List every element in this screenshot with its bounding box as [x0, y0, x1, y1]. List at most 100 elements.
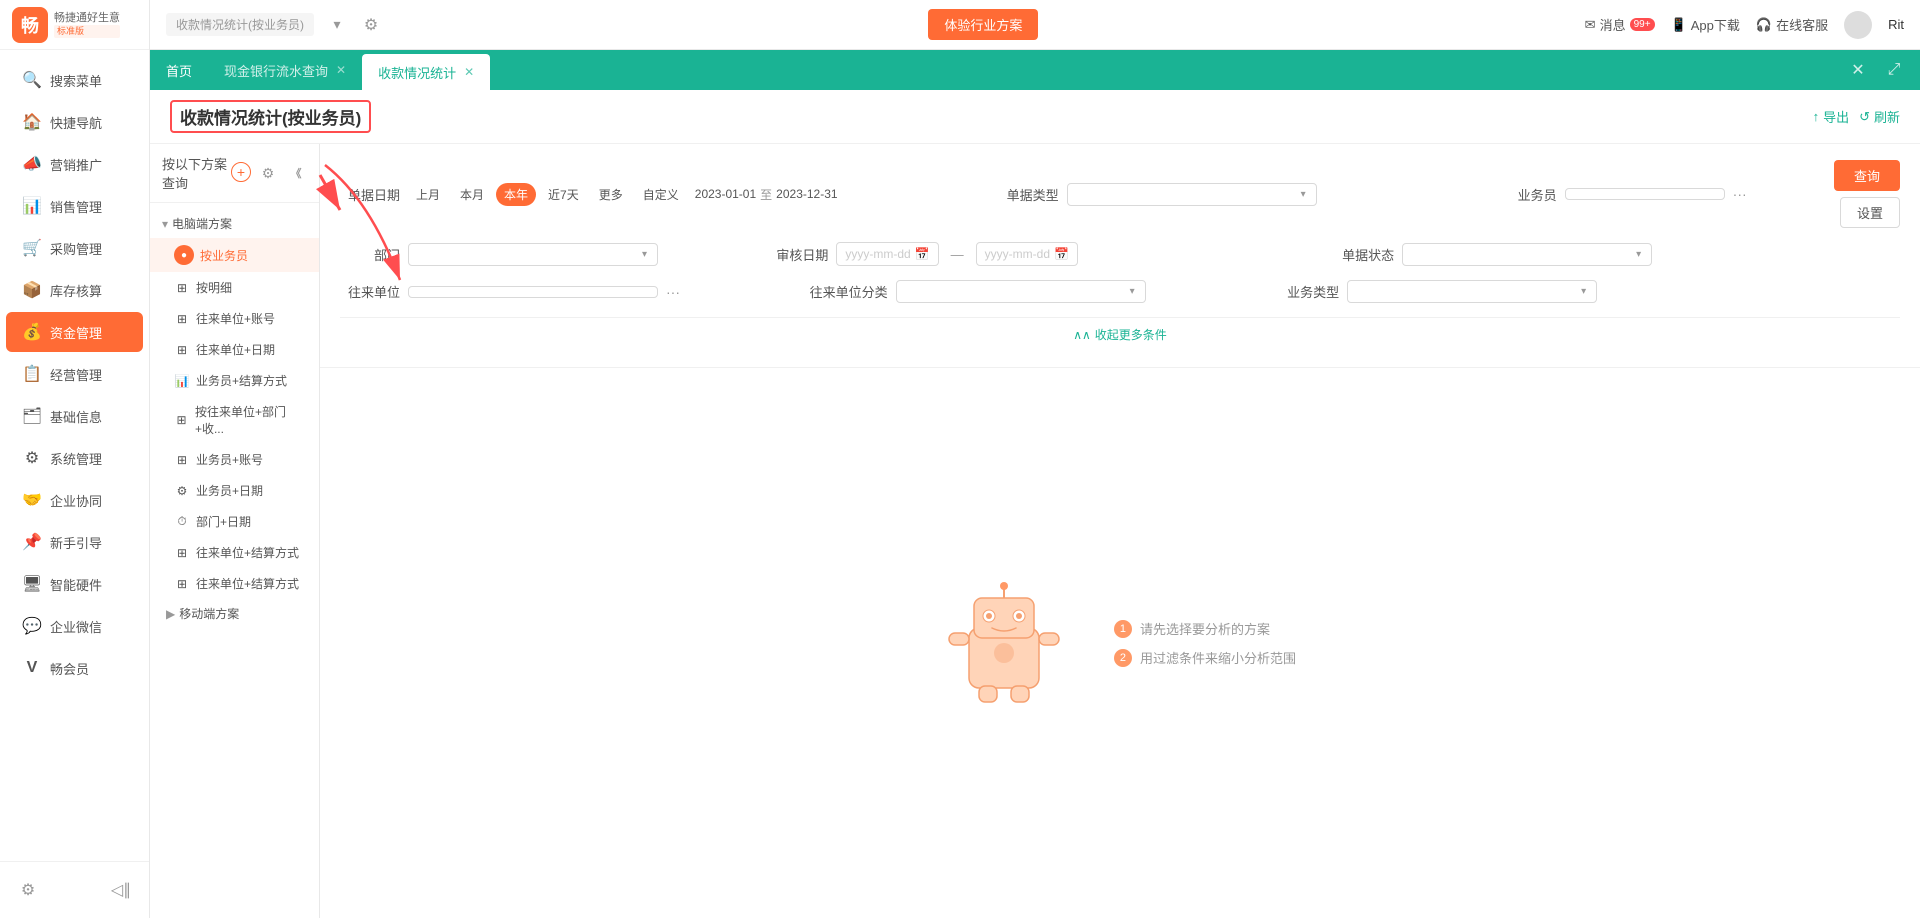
sidebar-item-enterprise[interactable]: 🤝 企业协同: [6, 480, 143, 520]
sidebar-item-system[interactable]: ⚙ 系统管理: [6, 438, 143, 478]
collapse-filter-btn[interactable]: ∧∧ 收起更多条件: [340, 317, 1900, 351]
date-tab-more[interactable]: 更多: [591, 183, 631, 206]
mobile-plan-group[interactable]: ▶ 移动端方案: [150, 599, 319, 628]
page-title: 收款情况统计(按业务员): [180, 109, 361, 128]
quick-nav-icon: 🏠: [22, 112, 42, 132]
refresh-btn[interactable]: ↺ 刷新: [1859, 107, 1900, 126]
plan-item-by-detail[interactable]: ⊞ 按明细: [150, 272, 319, 303]
salesman-select[interactable]: [1565, 188, 1725, 200]
settings-plan-btn[interactable]: ⚙: [257, 162, 279, 184]
sidebar: 畅 畅捷通好生意 标准版 🔍 搜索菜单 🏠 快捷导航 📣 营销推广 📊 销售管理…: [0, 0, 150, 918]
date-tab-this-year[interactable]: 本年: [496, 183, 536, 206]
settings-bottom-btn[interactable]: ⚙: [10, 872, 46, 908]
app-download-action[interactable]: 📱 App下载: [1671, 15, 1740, 34]
partner-category-select[interactable]: ▾: [896, 280, 1146, 303]
partner-select[interactable]: [408, 286, 658, 298]
desktop-group-arrow-icon: ▾: [162, 217, 168, 231]
tab-bar-actions: ✕ ⤢: [1844, 56, 1920, 84]
review-date-start-input[interactable]: yyyy-mm-dd 📅: [836, 242, 938, 266]
refresh-icon: ↺: [1859, 109, 1870, 125]
member-icon: V: [22, 658, 42, 678]
plan-item-salesman-date[interactable]: ⚙ 业务员+日期: [150, 475, 319, 506]
try-industry-btn[interactable]: 体验行业方案: [928, 9, 1038, 40]
messages-action[interactable]: ✉ 消息 99+: [1585, 15, 1655, 34]
top-bar: 收款情况统计(按业务员) ▾ ⚙ 体验行业方案 ✉ 消息 99+ 📱 App下载…: [150, 0, 1920, 50]
right-panel: 单据日期 上月 本月 本年 近7天 更多 自定义 2023-01-01 至: [320, 144, 1920, 918]
doc-type-dropdown-icon: ▾: [1301, 189, 1306, 200]
sidebar-item-guide[interactable]: 📌 新手引导: [6, 522, 143, 562]
sidebar-item-purchase[interactable]: 🛒 采购管理: [6, 228, 143, 268]
partner-method1-icon: ⊞: [174, 545, 190, 561]
title-highlight-box: 收款情况统计(按业务员): [170, 100, 371, 133]
sidebar-item-marketing[interactable]: 📣 营销推广: [6, 144, 143, 184]
message-badge: 99+: [1630, 18, 1655, 31]
settings-btn[interactable]: 设置: [1840, 197, 1900, 228]
salesman-method-icon: 📊: [174, 373, 190, 389]
filter-row-3: 往来单位 ··· 往来单位分类 ▾ 业务类型: [340, 280, 1900, 303]
topbar-settings-icon[interactable]: ⚙: [360, 14, 382, 36]
expand-tab-btn[interactable]: ⤢: [1880, 56, 1908, 84]
calendar-end-icon: 📅: [1054, 247, 1069, 261]
dept-date-icon: ⏱: [174, 514, 190, 530]
user-avatar[interactable]: [1844, 11, 1872, 39]
collapse-up-icon: ∧∧: [1073, 328, 1091, 342]
date-tab-this-month[interactable]: 本月: [452, 183, 492, 206]
date-tab-custom[interactable]: 自定义: [635, 183, 687, 206]
desktop-plan-group[interactable]: ▾ 电脑端方案: [150, 209, 319, 238]
sidebar-item-sales[interactable]: 📊 销售管理: [6, 186, 143, 226]
plan-item-by-partner-dept[interactable]: ⊞ 按往来单位+部门+收...: [150, 396, 319, 444]
biz-type-select[interactable]: ▾: [1347, 280, 1597, 303]
doc-type-select[interactable]: ▾: [1067, 183, 1317, 206]
date-tab-last-7[interactable]: 近7天: [540, 183, 587, 206]
breadcrumb-dropdown-btn[interactable]: ▾: [326, 14, 348, 36]
date-tab-last-month[interactable]: 上月: [408, 183, 448, 206]
sidebar-item-search-menu[interactable]: 🔍 搜索菜单: [6, 60, 143, 100]
partner-date-icon: ⊞: [174, 342, 190, 358]
plan-item-partner-method2[interactable]: ⊞ 往来单位+结算方式: [150, 568, 319, 599]
plan-item-salesman-method[interactable]: 📊 业务员+结算方式: [150, 365, 319, 396]
close-bank-flow-tab-icon[interactable]: ✕: [336, 63, 346, 77]
logo-area: 畅 畅捷通好生意 标准版: [0, 0, 149, 50]
review-date-end-input[interactable]: yyyy-mm-dd 📅: [976, 242, 1078, 266]
date-tabs: 上月 本月 本年 近7天 更多 自定义: [408, 183, 687, 206]
filter-row-1: 单据日期 上月 本月 本年 近7天 更多 自定义 2023-01-01 至: [340, 160, 1900, 228]
sidebar-item-operations[interactable]: 📋 经营管理: [6, 354, 143, 394]
review-date-label: 审核日期: [768, 245, 828, 264]
plan-item-salesman-account[interactable]: ⊞ 业务员+账号: [150, 444, 319, 475]
collapse-sidebar-btn[interactable]: ◁∥: [103, 872, 139, 908]
system-icon: ⚙: [22, 448, 42, 468]
empty-robot-illustration: [944, 578, 1064, 708]
plan-item-dept-date[interactable]: ⏱ 部门+日期: [150, 506, 319, 537]
plan-item-partner-account[interactable]: ⊞ 往来单位+账号: [150, 303, 319, 334]
close-collection-stat-tab-icon[interactable]: ✕: [464, 65, 474, 79]
add-plan-btn[interactable]: +: [231, 162, 251, 182]
partner-label: 往来单位: [340, 282, 400, 301]
partner-more-btn[interactable]: ···: [666, 284, 680, 300]
doc-status-dropdown-icon: ▾: [1636, 249, 1641, 260]
collapse-plan-btn[interactable]: 《: [285, 162, 307, 184]
sidebar-item-member[interactable]: V 畅会员: [6, 648, 143, 688]
plan-item-partner-date[interactable]: ⊞ 往来单位+日期: [150, 334, 319, 365]
tab-home[interactable]: 首页: [150, 50, 208, 90]
tab-collection-stat[interactable]: 收款情况统计 ✕: [362, 54, 490, 90]
sidebar-item-finance[interactable]: 💰 资金管理: [6, 312, 143, 352]
doc-status-select[interactable]: ▾: [1402, 243, 1652, 266]
filter-salesman-item: 业务员 ···: [1497, 185, 1818, 204]
sidebar-item-wechat[interactable]: 💬 企业微信: [6, 606, 143, 646]
sidebar-item-inventory[interactable]: 📦 库存核算: [6, 270, 143, 310]
date-start-value: 2023-01-01: [695, 187, 756, 201]
online-service-action[interactable]: 🎧 在线客服: [1756, 15, 1828, 34]
query-btn[interactable]: 查询: [1834, 160, 1900, 191]
sidebar-item-smart-hw[interactable]: 🖥 智能硬件: [6, 564, 143, 604]
sidebar-item-quick-nav[interactable]: 🏠 快捷导航: [6, 102, 143, 142]
tab-bank-flow[interactable]: 现金银行流水查询 ✕: [208, 50, 362, 90]
plan-item-by-salesman[interactable]: ● 按业务员: [150, 238, 319, 272]
close-all-tabs-btn[interactable]: ✕: [1844, 56, 1872, 84]
marketing-icon: 📣: [22, 154, 42, 174]
filter-biz-type-item: 业务类型 ▾: [1279, 280, 1733, 303]
export-btn[interactable]: ↑ 导出: [1813, 107, 1850, 126]
sidebar-item-basic-info[interactable]: 🗂 基础信息: [6, 396, 143, 436]
salesman-more-btn[interactable]: ···: [1733, 186, 1747, 202]
dept-select[interactable]: ▾: [408, 243, 658, 266]
plan-item-partner-method1[interactable]: ⊞ 往来单位+结算方式: [150, 537, 319, 568]
